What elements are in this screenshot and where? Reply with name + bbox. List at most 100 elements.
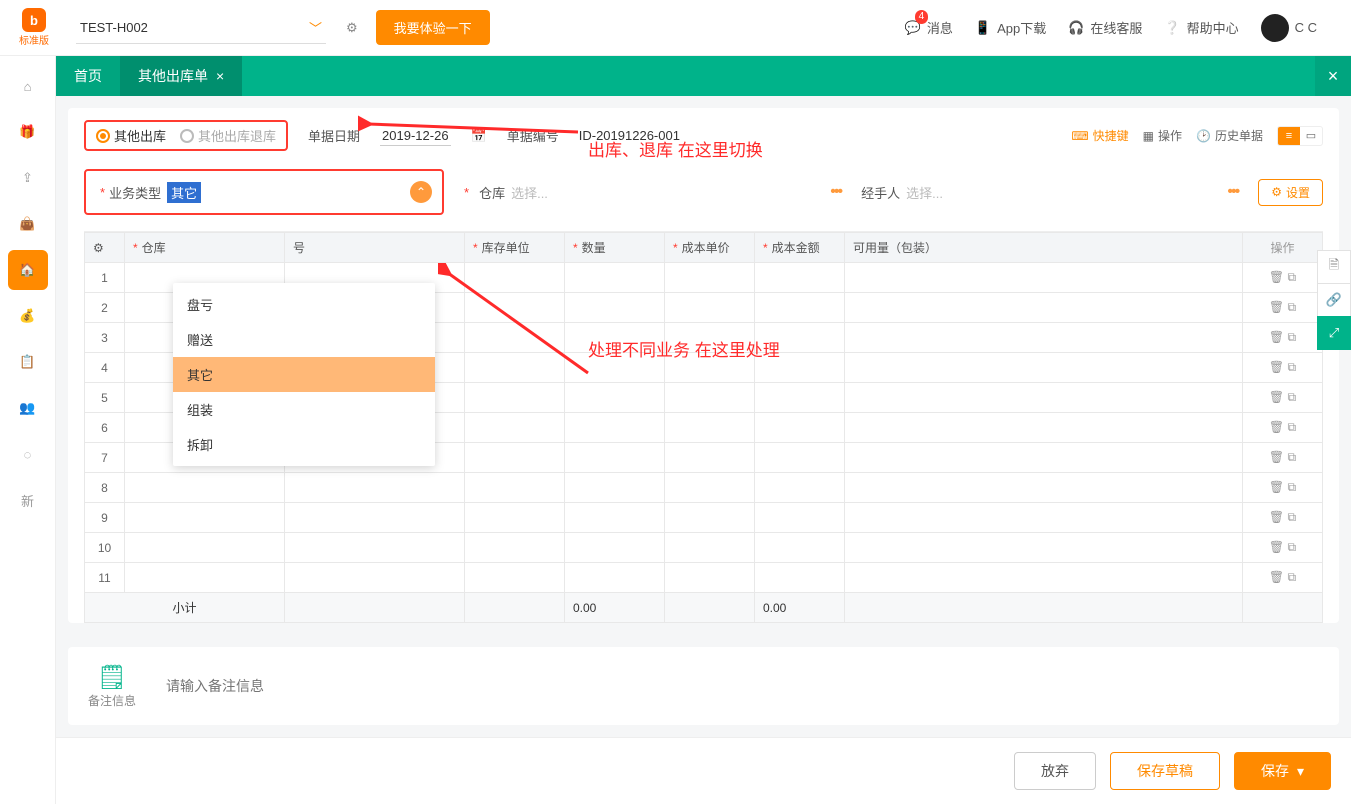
copy-icon[interactable]: ⧉ — [1288, 270, 1297, 284]
customer-service-button[interactable]: 🎧 在线客服 — [1068, 18, 1142, 37]
copy-icon[interactable]: ⧉ — [1288, 420, 1297, 434]
message-label: 消息 — [927, 18, 953, 37]
radio-outbound-return[interactable]: 其他出库退库 — [180, 126, 276, 145]
try-button[interactable]: 我要体验一下 — [376, 10, 490, 45]
nav-home-icon[interactable]: ⌂ — [8, 66, 48, 106]
delete-icon[interactable]: 🗑 — [1269, 540, 1284, 554]
settings-button[interactable]: ⚙ 设置 — [1258, 179, 1323, 206]
delete-icon[interactable]: 🗑 — [1269, 570, 1284, 584]
copy-icon[interactable]: ⧉ — [1288, 360, 1297, 374]
copy-icon[interactable]: ⧉ — [1288, 450, 1297, 464]
copy-icon[interactable]: ⧉ — [1288, 510, 1297, 524]
delete-icon[interactable]: 🗑 — [1269, 450, 1284, 464]
delete-icon[interactable]: 🗑 — [1269, 300, 1284, 314]
copy-icon[interactable]: ⧉ — [1288, 330, 1297, 344]
delete-icon[interactable]: 🗑 — [1269, 510, 1284, 524]
chevron-down-icon: ▾ — [1297, 763, 1304, 780]
subtotal-amount: 0.00 — [755, 593, 845, 623]
tabs-close-all[interactable]: × — [1315, 56, 1351, 96]
history-button[interactable]: 🕑 历史单据 — [1196, 127, 1263, 144]
user-menu[interactable]: C C — [1261, 14, 1317, 42]
dropdown-item[interactable]: 拆卸 — [173, 427, 435, 462]
table-row[interactable]: 8🗑 ⧉ — [85, 473, 1323, 503]
col-warehouse: *仓库 — [125, 233, 285, 263]
discard-button[interactable]: 放弃 — [1014, 752, 1096, 790]
view-card-icon[interactable]: ▭ — [1300, 127, 1322, 145]
nav-finance-icon[interactable]: 💰 — [8, 296, 48, 336]
dropdown-item[interactable]: 组装 — [173, 392, 435, 427]
save-draft-button[interactable]: 保存草稿 — [1110, 752, 1220, 790]
view-toggle[interactable]: ≡ ▭ — [1277, 126, 1323, 146]
view-list-icon[interactable]: ≡ — [1278, 127, 1300, 145]
help-center-button[interactable]: ❔ 帮助中心 — [1164, 18, 1238, 37]
logo-icon: b — [22, 8, 46, 32]
tab-other-outbound[interactable]: 其他出库单 × — [120, 56, 242, 96]
subtotal-row: 小计 0.00 0.00 — [85, 593, 1323, 623]
handler-field[interactable]: 经手人 选择... ••• — [861, 183, 1238, 202]
copy-icon[interactable]: ⧉ — [1288, 540, 1297, 554]
delete-icon[interactable]: 🗑 — [1269, 480, 1284, 494]
bill-date-value[interactable]: 2019-12-26 — [380, 126, 451, 146]
more-icon[interactable]: ••• — [1227, 183, 1238, 201]
remark-card: 🗒 备注信息 — [68, 647, 1339, 725]
table-row[interactable]: 11🗑 ⧉ — [85, 563, 1323, 593]
tab-home[interactable]: 首页 — [56, 56, 120, 96]
delete-icon[interactable]: 🗑 — [1269, 420, 1284, 434]
subtotal-qty: 0.00 — [565, 593, 665, 623]
nav-bag-icon[interactable]: 👜 — [8, 204, 48, 244]
radio-off-icon — [180, 129, 194, 143]
messages-button[interactable]: 💬 4 消息 — [905, 18, 953, 37]
save-button[interactable]: 保存▾ — [1234, 752, 1331, 790]
tenant-select[interactable]: TEST-H002 ﹀ — [76, 12, 326, 44]
dock-note-icon[interactable]: 🗎 — [1317, 250, 1351, 284]
warehouse-field[interactable]: * 仓库 选择... ••• — [464, 183, 841, 202]
message-badge: 4 — [915, 10, 929, 24]
delete-icon[interactable]: 🗑 — [1269, 360, 1284, 374]
nav-in-icon[interactable]: ⇪ — [8, 158, 48, 198]
gear-icon[interactable]: ⚙ — [346, 20, 358, 36]
remark-icon: 🗒 备注信息 — [88, 663, 136, 709]
dock-link-icon[interactable]: 🔗 — [1317, 283, 1351, 317]
operate-button[interactable]: ▦ 操作 — [1143, 127, 1182, 144]
copy-icon[interactable]: ⧉ — [1288, 300, 1297, 314]
nav-contacts-icon[interactable]: 👥 — [8, 388, 48, 428]
delete-icon[interactable]: 🗑 — [1269, 270, 1284, 284]
copy-icon[interactable]: ⧉ — [1288, 480, 1297, 494]
delete-icon[interactable]: 🗑 — [1269, 390, 1284, 404]
business-type-value: 其它 — [167, 182, 201, 203]
nav-settings-icon[interactable]: ◌ — [8, 434, 48, 474]
col-config-icon[interactable]: ⚙ — [85, 233, 125, 263]
remark-input[interactable] — [166, 678, 1319, 694]
avatar-icon — [1261, 14, 1289, 42]
calendar-icon[interactable]: 📅 — [471, 128, 487, 144]
headset-icon: 🎧 — [1068, 20, 1084, 36]
col-cost-amount: *成本金额 — [755, 233, 845, 263]
more-icon[interactable]: ••• — [830, 183, 841, 201]
app-download-button[interactable]: 📱 App下载 — [975, 18, 1046, 37]
nav-warehouse-icon[interactable]: 🏠 — [8, 250, 48, 290]
radio-outbound[interactable]: 其他出库 — [96, 126, 166, 145]
col-qty: *数量 — [565, 233, 665, 263]
nav-new-icon[interactable]: 新 — [8, 480, 48, 520]
delete-icon[interactable]: 🗑 — [1269, 330, 1284, 344]
radio-on-icon — [96, 129, 110, 143]
shortcut-button[interactable]: ⌨ 快捷键 — [1071, 127, 1128, 144]
col-sku-unit: *库存单位 — [465, 233, 565, 263]
dock-expand-icon[interactable]: ⤢ — [1317, 316, 1351, 350]
close-icon[interactable]: × — [216, 68, 224, 84]
nav-clipboard-icon[interactable]: 📋 — [8, 342, 48, 382]
table-row[interactable]: 10🗑 ⧉ — [85, 533, 1323, 563]
dropdown-item[interactable]: 盘亏 — [173, 287, 435, 322]
nav-gift-icon[interactable]: 🎁 — [8, 112, 48, 152]
copy-icon[interactable]: ⧉ — [1288, 390, 1297, 404]
help-icon: ❔ — [1164, 20, 1180, 36]
table-row[interactable]: 9🗑 ⧉ — [85, 503, 1323, 533]
business-type-field[interactable]: * 业务类型 其它 ⌃ — [84, 169, 444, 215]
chevron-up-icon[interactable]: ⌃ — [410, 181, 432, 203]
col-code: 号 — [285, 233, 465, 263]
dropdown-item[interactable]: 其它 — [173, 357, 435, 392]
edition-label: 标准版 — [12, 32, 56, 47]
copy-icon[interactable]: ⧉ — [1288, 570, 1297, 584]
outbound-type-radio-group: 其他出库 其他出库退库 — [84, 120, 288, 151]
dropdown-item[interactable]: 赠送 — [173, 322, 435, 357]
